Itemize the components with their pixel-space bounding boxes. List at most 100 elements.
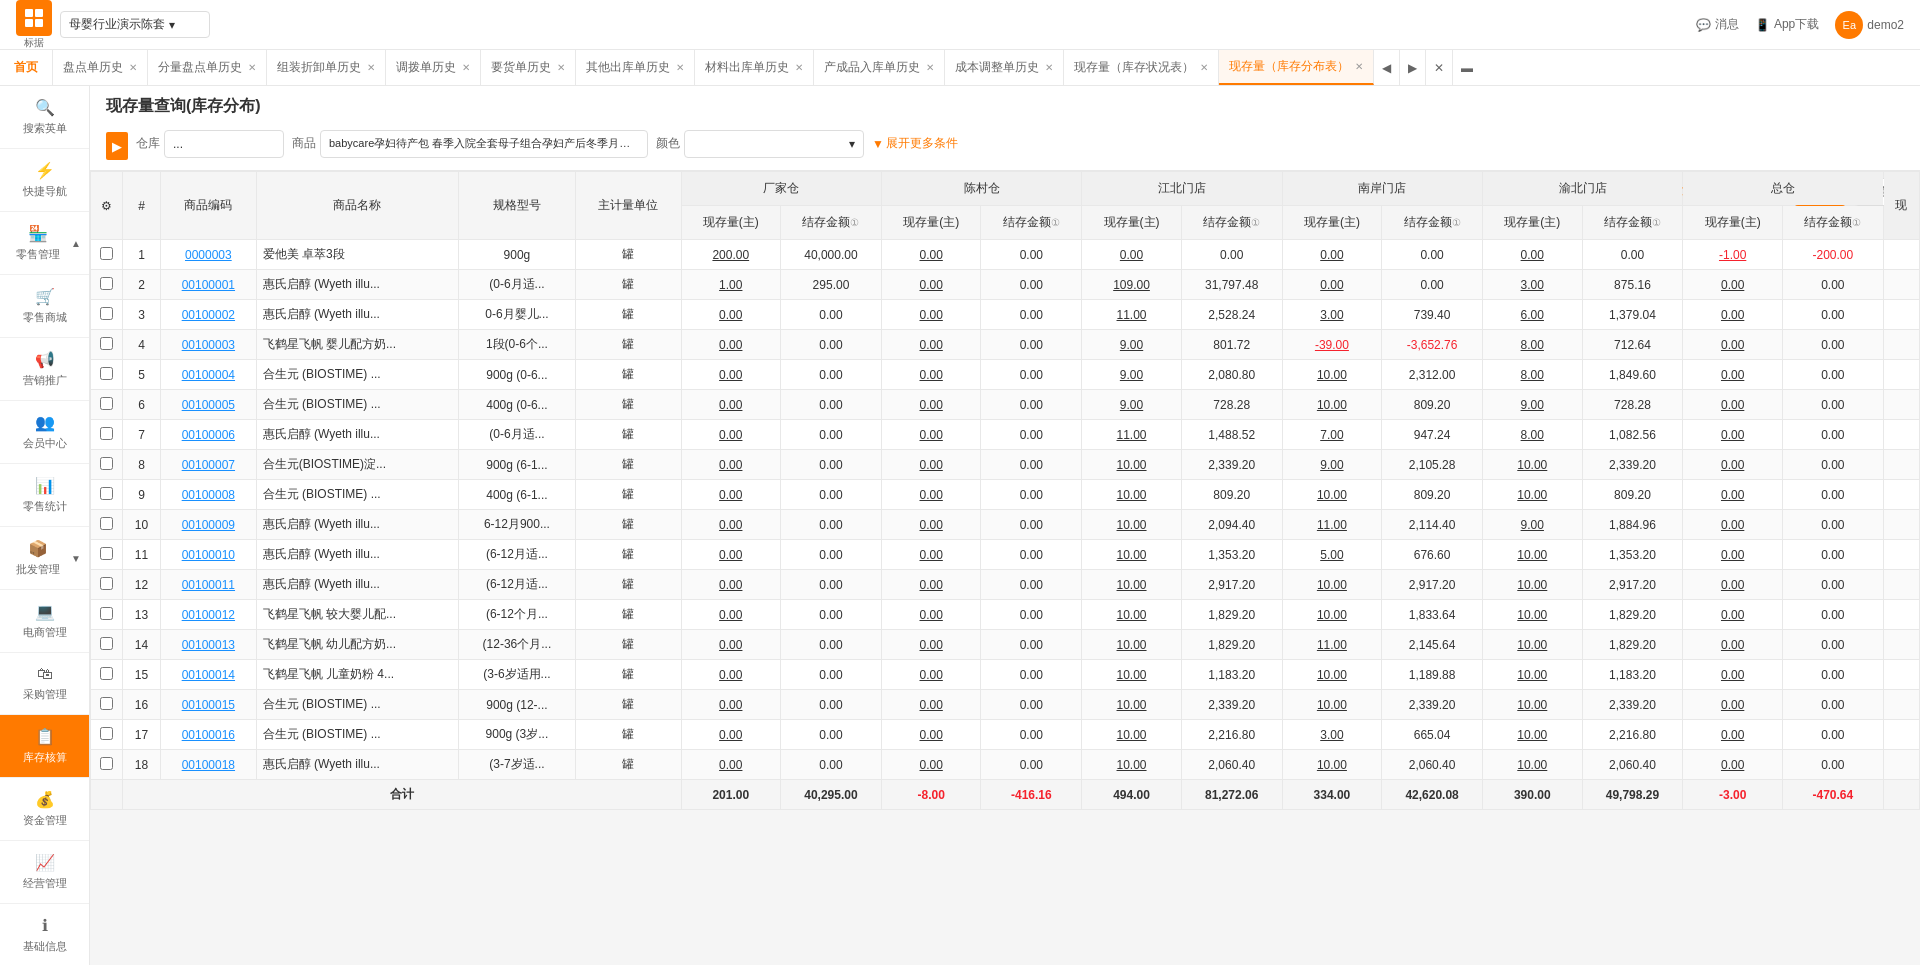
tab-close-button[interactable]: ✕ xyxy=(1426,50,1453,85)
row-check[interactable] xyxy=(91,510,123,540)
close-icon[interactable]: ✕ xyxy=(462,62,470,73)
data-table: ⚙ # 商品编码 商品名称 规格型号 主计量单位 厂家仓 陈村仓 江北门店 南岸… xyxy=(90,171,1920,810)
tab-next-button[interactable]: ▶ xyxy=(1400,50,1426,85)
row-check[interactable] xyxy=(91,420,123,450)
sidebar-item-marketing[interactable]: 📢 营销推广 xyxy=(0,338,89,401)
row-checkbox[interactable] xyxy=(100,697,113,710)
row-check[interactable] xyxy=(91,300,123,330)
row-check[interactable] xyxy=(91,630,123,660)
message-button[interactable]: 💬 消息 xyxy=(1696,16,1739,33)
close-icon[interactable]: ✕ xyxy=(367,62,375,73)
sidebar-item-retail[interactable]: 🏪 零售管理 ▲ xyxy=(0,212,89,275)
sidebar-item-member[interactable]: 👥 会员中心 xyxy=(0,401,89,464)
row-check[interactable] xyxy=(91,540,123,570)
close-icon[interactable]: ✕ xyxy=(676,62,684,73)
row-checkbox[interactable] xyxy=(100,607,113,620)
row-checkbox[interactable] xyxy=(100,247,113,260)
tab-material-out[interactable]: 材料出库单历史 ✕ xyxy=(695,50,814,85)
sidebar-item-inventory[interactable]: 📋 库存核算 xyxy=(0,715,89,778)
row-checkbox[interactable] xyxy=(100,277,113,290)
row-checkbox[interactable] xyxy=(100,307,113,320)
tab-purchase-order[interactable]: 要货单历史 ✕ xyxy=(481,50,576,85)
sidebar-item-ecommerce[interactable]: 💻 电商管理 xyxy=(0,590,89,653)
sidebar-item-search[interactable]: 🔍 搜索英单 xyxy=(0,86,89,149)
tab-stock-dist[interactable]: 现存量（库存分布表） ✕ xyxy=(1219,50,1374,85)
goods-input[interactable]: babycare孕妇待产包 春季入院全套母子组合孕妇产后冬季月子用品 22件套 … xyxy=(320,130,648,158)
tab-inventory-check[interactable]: 盘点单历史 ✕ xyxy=(53,50,148,85)
row-checkbox[interactable] xyxy=(100,727,113,740)
row-check[interactable] xyxy=(91,570,123,600)
row-check[interactable] xyxy=(91,240,123,270)
wholesale-icon: 📦 xyxy=(28,539,48,558)
sum-chenfu-amt: -416.16 xyxy=(981,780,1082,810)
tab-home[interactable]: 首页 xyxy=(0,50,53,85)
expand-button[interactable]: ▶ xyxy=(106,132,128,160)
close-icon[interactable]: ✕ xyxy=(248,62,256,73)
tab-split-check[interactable]: 分量盘点单历史 ✕ xyxy=(148,50,267,85)
row-check[interactable] xyxy=(91,720,123,750)
row-checkbox[interactable] xyxy=(100,517,113,530)
close-icon[interactable]: ✕ xyxy=(1045,62,1053,73)
close-icon[interactable]: ✕ xyxy=(926,62,934,73)
row-check[interactable] xyxy=(91,660,123,690)
tab-stock-status[interactable]: 现存量（库存状况表） ✕ xyxy=(1064,50,1219,85)
sidebar-item-quicknav[interactable]: ⚡ 快捷导航 xyxy=(0,149,89,212)
row-check[interactable] xyxy=(91,690,123,720)
row-checkbox[interactable] xyxy=(100,577,113,590)
row-check[interactable] xyxy=(91,330,123,360)
expand-conditions[interactable]: ▼ 展开更多条件 xyxy=(872,135,958,152)
close-icon[interactable]: ✕ xyxy=(557,62,565,73)
tab-transfer[interactable]: 调拨单历史 ✕ xyxy=(386,50,481,85)
sidebar-item-purchase[interactable]: 🛍 采购管理 xyxy=(0,653,89,715)
row-yubei-stock: 10.00 xyxy=(1483,630,1582,660)
sidebar-item-mall[interactable]: 🛒 零售商城 xyxy=(0,275,89,338)
close-icon[interactable]: ✕ xyxy=(795,62,803,73)
tab-product-in[interactable]: 产成品入库单历史 ✕ xyxy=(814,50,945,85)
close-icon[interactable]: ✕ xyxy=(129,62,137,73)
warehouse-input[interactable]: ... xyxy=(164,130,284,158)
row-factory-amt: 0.00 xyxy=(781,360,882,390)
row-check[interactable] xyxy=(91,750,123,780)
tab-cost-adjust[interactable]: 成本调整单历史 ✕ xyxy=(945,50,1064,85)
row-check[interactable] xyxy=(91,450,123,480)
row-nanan-stock: -39.00 xyxy=(1282,330,1381,360)
row-check[interactable] xyxy=(91,600,123,630)
tab-other-out[interactable]: 其他出库单历史 ✕ xyxy=(576,50,695,85)
user-menu[interactable]: Ea demo2 xyxy=(1835,11,1904,39)
row-check[interactable] xyxy=(91,480,123,510)
row-checkbox[interactable] xyxy=(100,667,113,680)
row-checkbox[interactable] xyxy=(100,547,113,560)
row-checkbox[interactable] xyxy=(100,367,113,380)
col-settings-header[interactable]: ⚙ xyxy=(91,172,123,240)
row-checkbox[interactable] xyxy=(100,427,113,440)
sidebar-item-basic-info[interactable]: ℹ 基础信息 xyxy=(0,904,89,965)
row-name: 合生元 (BIOSTIME) ... xyxy=(256,480,458,510)
sidebar-item-wholesale[interactable]: 📦 批发管理 ▼ xyxy=(0,527,89,590)
row-checkbox[interactable] xyxy=(100,397,113,410)
sidebar-item-retail-stats[interactable]: 📊 零售统计 xyxy=(0,464,89,527)
row-total-amt: 0.00 xyxy=(1782,570,1883,600)
row-checkbox[interactable] xyxy=(100,457,113,470)
close-icon[interactable]: ✕ xyxy=(1355,61,1363,72)
row-checkbox[interactable] xyxy=(100,757,113,770)
settings-icon[interactable]: ⚙ xyxy=(101,199,112,213)
tab-prev-button[interactable]: ◀ xyxy=(1374,50,1400,85)
store-selector[interactable]: 母婴行业演示陈套 ▾ xyxy=(60,11,210,38)
color-input[interactable]: ▾ xyxy=(684,130,864,158)
close-icon[interactable]: ✕ xyxy=(1200,62,1208,73)
row-checkbox[interactable] xyxy=(100,487,113,500)
tab-assemble[interactable]: 组装折卸单历史 ✕ xyxy=(267,50,386,85)
sidebar-item-operations[interactable]: 📈 经营管理 xyxy=(0,841,89,904)
app-download-button[interactable]: 📱 App下载 xyxy=(1755,16,1819,33)
row-jiangbei-amt: 2,339.20 xyxy=(1181,690,1282,720)
sidebar-item-finance[interactable]: 💰 资金管理 xyxy=(0,778,89,841)
row-index: 9 xyxy=(123,480,161,510)
row-check[interactable] xyxy=(91,390,123,420)
row-check[interactable] xyxy=(91,270,123,300)
row-checkbox[interactable] xyxy=(100,337,113,350)
row-now xyxy=(1883,240,1919,270)
row-checkbox[interactable] xyxy=(100,637,113,650)
row-check[interactable] xyxy=(91,360,123,390)
row-unit: 罐 xyxy=(576,630,681,660)
tab-menu-button[interactable]: ▬ xyxy=(1453,50,1481,85)
